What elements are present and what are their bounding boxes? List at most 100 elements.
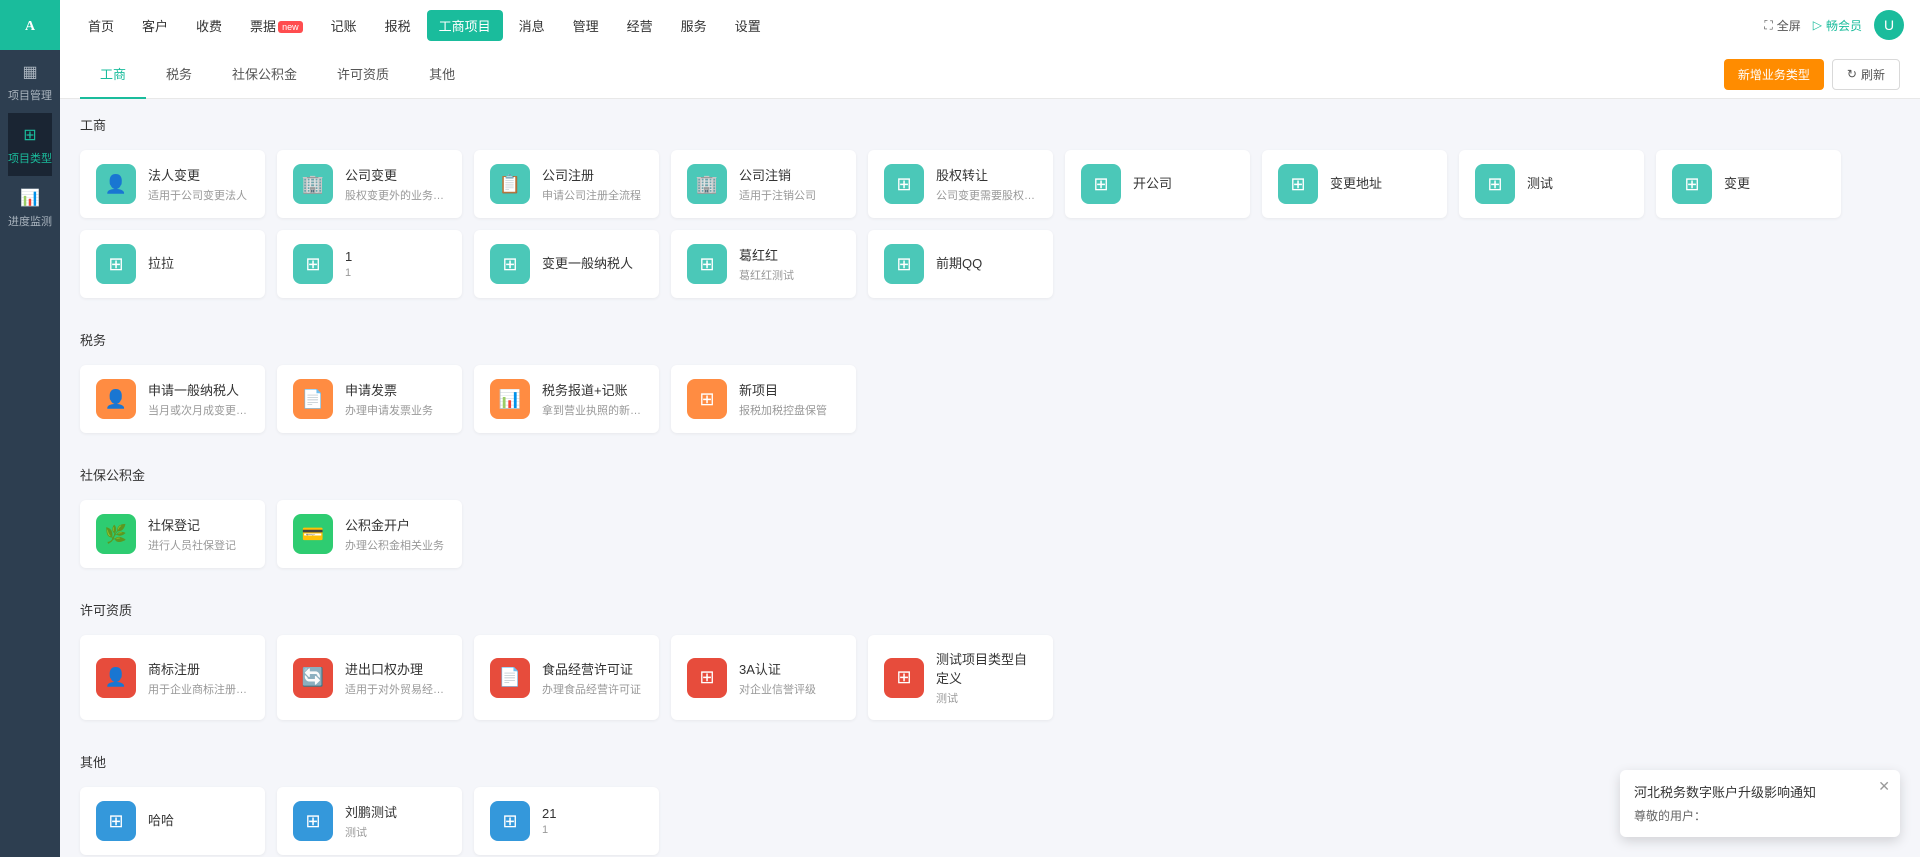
card-icon-mahonghong: ⊞: [687, 244, 727, 284]
card-fund-open[interactable]: 💳公积金开户办理公积金相关业务: [277, 500, 462, 568]
card-apply-invoice[interactable]: 📄申请发票办理申请发票业务: [277, 365, 462, 433]
card-tax-report[interactable]: 📊税务报道+记账拿到营业执照的新公司: [474, 365, 659, 433]
card-legal-change[interactable]: 👤法人变更适用于公司变更法人: [80, 150, 265, 218]
svg-text:A: A: [25, 19, 36, 34]
card-company-register[interactable]: 📋 公司注册申请公司注册全流程: [474, 150, 659, 218]
card-desc-mahonghong: 葛红红测试: [739, 267, 840, 283]
card-name-trademark: 商标注册: [148, 659, 249, 678]
card-qianqi-qq[interactable]: ⊞前期QQ: [868, 230, 1053, 298]
card-name-import-export: 进出口权办理: [345, 659, 446, 678]
card-change-tax[interactable]: ⊞变更一般纳税人: [474, 230, 659, 298]
add-type-button[interactable]: 新增业务类型: [1724, 59, 1824, 90]
card-company-change[interactable]: 🏢 公司变更股权变更外的业务变更: [277, 150, 462, 218]
card-icon-change-address: ⊞: [1278, 164, 1318, 204]
card-change[interactable]: ⊞变更: [1656, 150, 1841, 218]
card-mahonghong[interactable]: ⊞ 葛红红葛红红测试: [671, 230, 856, 298]
subtab-industrial[interactable]: 工商: [80, 50, 146, 99]
card-desc-test-project: 测试: [936, 690, 1037, 706]
card-num21[interactable]: ⊞211: [474, 787, 659, 855]
card-name-food-permit: 食品经营许可证: [542, 659, 643, 678]
card-change-address[interactable]: ⊞ 变更地址: [1262, 150, 1447, 218]
card-desc-trademark: 用于企业商标注册服务: [148, 681, 249, 697]
card-company-cancel[interactable]: 🏢公司注销适用于注销公司: [671, 150, 856, 218]
card-trademark[interactable]: 👤商标注册用于企业商标注册服务: [80, 635, 265, 720]
topnav-item-operation[interactable]: 经营: [615, 10, 665, 41]
card-info-legal-change: 法人变更适用于公司变更法人: [148, 165, 249, 203]
card-import-export[interactable]: 🔄 进出口权办理适用于对外贸易经营者: [277, 635, 462, 720]
card-name-legal-change: 法人变更: [148, 165, 249, 184]
sidebar-item-progress-monitor[interactable]: 📊 进度监测: [8, 176, 52, 239]
card-name-change: 变更: [1724, 173, 1825, 192]
topnav-item-manage[interactable]: 管理: [561, 10, 611, 41]
card-info-open-company: 开公司: [1133, 173, 1234, 195]
member-btn[interactable]: ▷ 畅会员: [1813, 17, 1862, 34]
topnav-item-industrial[interactable]: 工商项目: [427, 10, 503, 41]
avatar-text: U: [1884, 17, 1894, 33]
section-social: 社保公积金🌿社保登记进行人员社保登记💳公积金开户办理公积金相关业务: [60, 449, 1920, 584]
topnav-item-home[interactable]: 首页: [76, 10, 126, 41]
sidebar-item-project-manage[interactable]: ▦ 项目管理: [8, 50, 52, 113]
card-open-company[interactable]: ⊞开公司: [1065, 150, 1250, 218]
cards-grid-tax: 👤申请一般纳税人当月或次月成变更完成📄申请发票办理申请发票业务📊税务报道+记账拿…: [60, 365, 1920, 449]
card-icon-company-register: 📋: [490, 164, 530, 204]
topnav-item-accounting[interactable]: 记账: [319, 10, 369, 41]
topnav-item-tax[interactable]: 报税: [373, 10, 423, 41]
card-icon-apply-tax: 👤: [96, 379, 136, 419]
card-info-company-change: 公司变更股权变更外的业务变更: [345, 165, 446, 203]
sidebar-icon-project-type: ⊞: [18, 123, 42, 147]
card-name-liupeng-test: 刘鹏测试: [345, 802, 446, 821]
card-info-change-address: 变更地址: [1330, 173, 1431, 195]
topnav-item-service[interactable]: 服务: [669, 10, 719, 41]
card-icon-import-export: 🔄: [293, 658, 333, 698]
card-icon-test: ⊞: [1475, 164, 1515, 204]
user-avatar[interactable]: U: [1874, 10, 1904, 40]
topnav-item-fee[interactable]: 收费: [184, 10, 234, 41]
card-icon-food-permit: 📄: [490, 658, 530, 698]
topnav-item-settings[interactable]: 设置: [723, 10, 773, 41]
card-name-change-tax: 变更一般纳税人: [542, 253, 643, 272]
card-test-project[interactable]: ⊞测试项目类型自定义测试: [868, 635, 1053, 720]
card-equity-transfer[interactable]: ⊞股权转让公司变更需要股权转让: [868, 150, 1053, 218]
card-num1[interactable]: ⊞11: [277, 230, 462, 298]
topnav-item-ticket[interactable]: 票据new: [238, 10, 315, 41]
card-new-project[interactable]: ⊞新项目报税加税控盘保管: [671, 365, 856, 433]
card-test[interactable]: ⊞ 测试: [1459, 150, 1644, 218]
topnav-item-client[interactable]: 客户: [130, 10, 180, 41]
cards-grid-social: 🌿社保登记进行人员社保登记💳公积金开户办理公积金相关业务: [60, 500, 1920, 584]
card-icon-company-change: 🏢: [293, 164, 333, 204]
subtab-tax[interactable]: 税务: [146, 50, 212, 99]
card-3a-cert[interactable]: ⊞3A认证对企业信誉评级: [671, 635, 856, 720]
card-food-permit[interactable]: 📄食品经营许可证办理食品经营许可证: [474, 635, 659, 720]
subtab-other[interactable]: 其他: [409, 50, 475, 99]
card-desc-liupeng-test: 测试: [345, 824, 446, 840]
card-name-mahonghong: 葛红红: [739, 245, 840, 264]
card-social-register[interactable]: 🌿社保登记进行人员社保登记: [80, 500, 265, 568]
subtab-license[interactable]: 许可资质: [317, 50, 409, 99]
card-info-company-register: 公司注册申请公司注册全流程: [542, 165, 643, 203]
sidebar-item-project-type[interactable]: ⊞ 项目类型: [8, 113, 52, 176]
cards-grid-license: 👤商标注册用于企业商标注册服务🔄进出口权办理适用于对外贸易经营者📄食品经营许可证…: [60, 635, 1920, 736]
card-liupeng-test[interactable]: ⊞刘鹏测试测试: [277, 787, 462, 855]
refresh-label: 刷新: [1861, 66, 1885, 83]
fullscreen-btn[interactable]: ⛶ 全屏: [1764, 17, 1800, 34]
card-haha[interactable]: ⊞哈哈: [80, 787, 265, 855]
topnav-item-message[interactable]: 消息: [507, 10, 557, 41]
card-apply-tax[interactable]: 👤申请一般纳税人当月或次月成变更完成: [80, 365, 265, 433]
card-info-trademark: 商标注册用于企业商标注册服务: [148, 659, 249, 697]
main-area: 首页客户收费票据new记账报税工商项目消息管理经营服务设置 ⛶ 全屏 ▷ 畅会员…: [60, 0, 1920, 857]
card-name-lala: 拉拉: [148, 253, 249, 272]
card-lala[interactable]: ⊞拉拉: [80, 230, 265, 298]
topnav-right: ⛶ 全屏 ▷ 畅会员 U: [1764, 10, 1904, 40]
card-icon-company-cancel: 🏢: [687, 164, 727, 204]
card-info-import-export: 进出口权办理适用于对外贸易经营者: [345, 659, 446, 697]
card-info-new-project: 新项目报税加税控盘保管: [739, 380, 840, 418]
refresh-button[interactable]: ↻ 刷新: [1832, 59, 1900, 90]
subtab-social[interactable]: 社保公积金: [212, 50, 317, 99]
card-info-test: 测试: [1527, 173, 1628, 195]
card-info-change-tax: 变更一般纳税人: [542, 253, 643, 275]
notification-close-btn[interactable]: ✕: [1878, 778, 1890, 795]
card-desc-equity-transfer: 公司变更需要股权转让: [936, 187, 1037, 203]
notification-popup: ✕ 河北税务数字账户升级影响通知 尊敬的用户：: [1620, 770, 1900, 837]
section-title-tax: 税务: [80, 330, 1900, 349]
card-info-haha: 哈哈: [148, 810, 249, 832]
